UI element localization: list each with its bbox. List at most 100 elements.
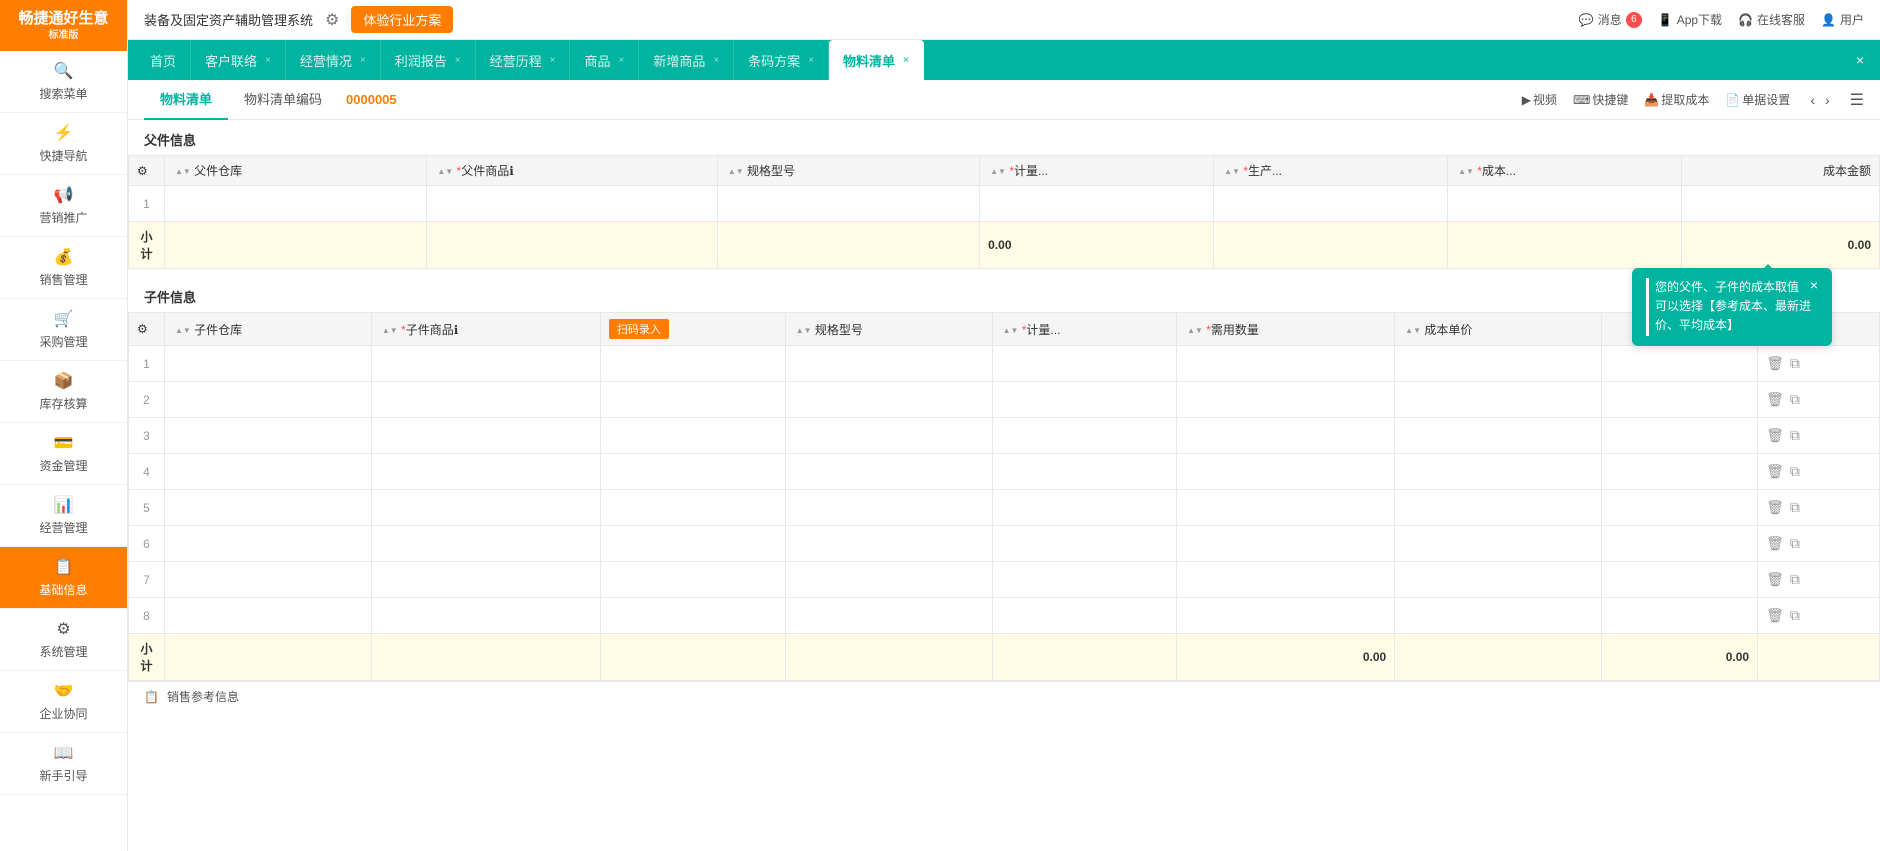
child-row-qty-2[interactable] (1177, 382, 1395, 418)
child-row-unit-2[interactable] (992, 382, 1177, 418)
nav-tab-close-4[interactable]: × (550, 55, 556, 66)
sidebar-item-10[interactable]: 🤝企业协同 (0, 671, 127, 733)
delete-icon-4[interactable]: 🗑 (1766, 463, 1784, 480)
delete-icon-3[interactable]: 🗑 (1766, 427, 1784, 444)
child-row-warehouse-2[interactable] (165, 382, 372, 418)
sidebar-item-6[interactable]: 💳资金管理 (0, 423, 127, 485)
child-row-unitcost-2[interactable] (1395, 382, 1602, 418)
nav-tab-2[interactable]: 经营情况× (286, 40, 381, 80)
message-action[interactable]: 💬 消息 6 (1579, 11, 1642, 28)
sidebar-item-9[interactable]: ⚙系统管理 (0, 609, 127, 671)
scan-button[interactable]: 扫码录入 (609, 319, 669, 339)
child-row-qty-7[interactable] (1177, 562, 1395, 598)
sidebar-item-4[interactable]: 🛒采购管理 (0, 299, 127, 361)
delete-icon-7[interactable]: 🗑 (1766, 571, 1784, 588)
child-row-qty-1[interactable] (1177, 346, 1395, 382)
delete-icon-2[interactable]: 🗑 (1766, 391, 1784, 408)
sidebar-item-7[interactable]: 📊经营管理 (0, 485, 127, 547)
child-row-warehouse-8[interactable] (165, 598, 372, 634)
child-row-unitcost-8[interactable] (1395, 598, 1602, 634)
child-row-spec-7[interactable] (785, 562, 992, 598)
child-row-unitcost-6[interactable] (1395, 526, 1602, 562)
parent-row-1-spec[interactable] (717, 186, 979, 222)
child-row-unit-8[interactable] (992, 598, 1177, 634)
child-row-qty-6[interactable] (1177, 526, 1395, 562)
child-row-product-3[interactable] (371, 418, 600, 454)
nav-tab-4[interactable]: 经营历程× (476, 40, 571, 80)
nav-tab-0[interactable]: 首页 (136, 40, 191, 80)
child-row-unit-1[interactable] (992, 346, 1177, 382)
delete-icon-1[interactable]: 🗑 (1766, 355, 1784, 372)
child-row-unit-3[interactable] (992, 418, 1177, 454)
trial-button[interactable]: 体验行业方案 (351, 6, 453, 33)
nav-tab-close-5[interactable]: × (618, 55, 624, 66)
child-row-spec-2[interactable] (785, 382, 992, 418)
nav-tab-close-6[interactable]: × (713, 55, 719, 66)
nav-left-icon[interactable]: ‹ (1806, 90, 1819, 110)
child-row-warehouse-6[interactable] (165, 526, 372, 562)
sort-produce-icon[interactable]: ▲▼ (1224, 167, 1240, 176)
nav-tab-3[interactable]: 利润报告× (381, 40, 476, 80)
extract-cost-action[interactable]: 📥 提取成本 (1644, 91, 1709, 108)
child-row-product-7[interactable] (371, 562, 600, 598)
child-row-qty-8[interactable] (1177, 598, 1395, 634)
settings-icon[interactable]: ⚙ (325, 10, 339, 30)
nav-tab-close-2[interactable]: × (360, 55, 366, 66)
child-row-warehouse-7[interactable] (165, 562, 372, 598)
nav-tab-1[interactable]: 客户联络× (191, 40, 286, 80)
child-row-unitcost-1[interactable] (1395, 346, 1602, 382)
child-row-unitcost-4[interactable] (1395, 454, 1602, 490)
child-sort-qty-icon[interactable]: ▲▼ (1187, 326, 1203, 335)
app-download-action[interactable]: 📱 App下载 (1658, 11, 1722, 28)
child-row-product-8[interactable] (371, 598, 600, 634)
child-row-product-1[interactable] (371, 346, 600, 382)
child-sort-spec-icon[interactable]: ▲▼ (796, 326, 812, 335)
menu-icon[interactable]: ☰ (1850, 90, 1864, 110)
sidebar-item-3[interactable]: 💰销售管理 (0, 237, 127, 299)
sort-product-icon[interactable]: ▲▼ (437, 167, 453, 176)
parent-row-1-product[interactable] (427, 186, 717, 222)
child-row-qty-3[interactable] (1177, 418, 1395, 454)
sub-tab-material[interactable]: 物料清单 (144, 80, 228, 120)
copy-icon-3[interactable]: ⧉ (1790, 427, 1800, 444)
child-row-spec-1[interactable] (785, 346, 992, 382)
child-row-unit-7[interactable] (992, 562, 1177, 598)
tooltip-close-button[interactable]: × (1810, 278, 1818, 292)
child-row-product-6[interactable] (371, 526, 600, 562)
nav-tab-close-1[interactable]: × (265, 55, 271, 66)
child-sort-unit-cost-icon[interactable]: ▲▼ (1405, 326, 1421, 335)
parent-row-1-cost[interactable] (1448, 186, 1682, 222)
sub-tab-code[interactable]: 物料清单编码 (228, 80, 338, 120)
sidebar-item-5[interactable]: 📦库存核算 (0, 361, 127, 423)
child-row-spec-4[interactable] (785, 454, 992, 490)
child-row-unit-5[interactable] (992, 490, 1177, 526)
copy-icon-8[interactable]: ⧉ (1790, 607, 1800, 624)
child-row-unit-6[interactable] (992, 526, 1177, 562)
copy-icon-1[interactable]: ⧉ (1790, 355, 1800, 372)
user-action[interactable]: 👤 用户 (1821, 11, 1864, 28)
video-action[interactable]: ▶ 视频 (1522, 91, 1557, 108)
copy-icon-4[interactable]: ⧉ (1790, 463, 1800, 480)
parent-col-settings[interactable]: ⚙ (129, 156, 165, 186)
copy-icon-7[interactable]: ⧉ (1790, 571, 1800, 588)
nav-tab-5[interactable]: 商品× (570, 40, 639, 80)
child-row-unitcost-5[interactable] (1395, 490, 1602, 526)
child-row-spec-8[interactable] (785, 598, 992, 634)
child-row-qty-4[interactable] (1177, 454, 1395, 490)
copy-icon-5[interactable]: ⧉ (1790, 499, 1800, 516)
child-row-warehouse-3[interactable] (165, 418, 372, 454)
child-row-warehouse-5[interactable] (165, 490, 372, 526)
child-row-product-5[interactable] (371, 490, 600, 526)
sort-unit-icon[interactable]: ▲▼ (990, 167, 1006, 176)
nav-tab-close-3[interactable]: × (455, 55, 461, 66)
child-row-qty-5[interactable] (1177, 490, 1395, 526)
sidebar-item-1[interactable]: ⚡快捷导航 (0, 113, 127, 175)
sort-cost-icon[interactable]: ▲▼ (1458, 167, 1474, 176)
app-logo[interactable]: 畅捷通好生意 标准版 (0, 0, 127, 51)
copy-icon-6[interactable]: ⧉ (1790, 535, 1800, 552)
nav-close-icon[interactable]: × (1848, 52, 1872, 68)
copy-icon-2[interactable]: ⧉ (1790, 391, 1800, 408)
nav-tab-close-8[interactable]: × (903, 55, 909, 66)
child-row-product-2[interactable] (371, 382, 600, 418)
sidebar-item-2[interactable]: 📢营销推广 (0, 175, 127, 237)
